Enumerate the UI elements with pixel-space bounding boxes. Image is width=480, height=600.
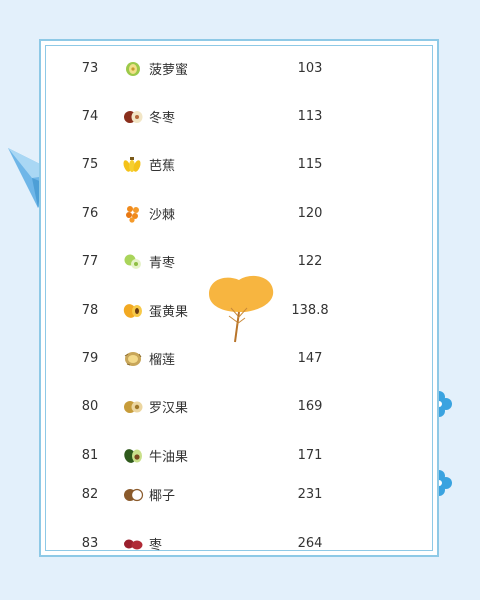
- fruit-name-cell: 椰子: [149, 488, 176, 504]
- value-cell: 169: [297, 398, 323, 414]
- page: 73 菠萝蜜 103 74 冬枣 113 75 芭蕉 115 76 沙棘 120…: [0, 0, 480, 600]
- value-cell: 147: [297, 350, 323, 366]
- fruit-name-cell: 沙棘: [149, 207, 176, 223]
- table-row: 79 榴莲 147: [41, 346, 437, 370]
- rank-cell: 82: [81, 486, 99, 502]
- monk-fruit-icon: [124, 401, 143, 413]
- rank-cell: 81: [81, 447, 99, 463]
- table-row: 74 冬枣 113: [41, 104, 437, 128]
- table-row: 82 椰子 231: [41, 482, 437, 506]
- value-cell: 103: [297, 60, 323, 76]
- value-cell: 231: [297, 486, 323, 502]
- table-row: 76 沙棘 120: [41, 201, 437, 225]
- fruit-name-cell: 罗汉果: [149, 400, 189, 416]
- rank-cell: 79: [81, 350, 99, 366]
- jackfruit-icon: [126, 62, 140, 76]
- table-row: 75 芭蕉 115: [41, 152, 437, 176]
- table-row: 83 枣 264: [41, 531, 437, 555]
- winter-jujube-icon: [124, 111, 143, 123]
- fruit-name-cell: 牛油果: [149, 449, 189, 465]
- green-jujube-icon: [124, 254, 141, 269]
- avocado-icon: [124, 449, 142, 463]
- rank-cell: 78: [81, 302, 99, 318]
- table-row: 73 菠萝蜜 103: [41, 56, 437, 80]
- sea-buckthorn-icon: [126, 206, 139, 223]
- rank-cell: 73: [81, 60, 99, 76]
- value-cell: 120: [297, 205, 323, 221]
- rank-cell: 75: [81, 156, 99, 172]
- value-cell: 122: [297, 253, 323, 269]
- value-cell: 264: [297, 535, 323, 551]
- table-row: 81 牛油果 171: [41, 443, 437, 467]
- rank-cell: 74: [81, 108, 99, 124]
- table-row: 77 青枣 122: [41, 249, 437, 273]
- value-cell: 113: [297, 108, 323, 124]
- plantain-icon: [123, 157, 141, 172]
- fruit-name-cell: 芭蕉: [149, 158, 176, 174]
- rank-cell: 80: [81, 398, 99, 414]
- canistel-icon: [123, 304, 142, 318]
- coconut-icon: [124, 488, 144, 502]
- fruit-name-cell: 榴莲: [149, 352, 176, 368]
- value-cell: 115: [297, 156, 323, 172]
- rank-cell: 76: [81, 205, 99, 221]
- durian-icon: [124, 352, 142, 366]
- rank-cell: 77: [81, 253, 99, 269]
- fruit-name-cell: 菠萝蜜: [149, 62, 189, 78]
- fruit-name-cell: 冬枣: [149, 110, 176, 126]
- jujube-icon: [124, 539, 143, 550]
- fruit-name-cell: 枣: [149, 537, 163, 553]
- fruit-name-cell: 青枣: [149, 255, 176, 271]
- value-cell: 138.8: [291, 302, 329, 318]
- rank-cell: 83: [81, 535, 99, 551]
- leaf-icon: [209, 275, 274, 343]
- fruit-name-cell: 蛋黄果: [149, 304, 189, 320]
- value-cell: 171: [297, 447, 323, 463]
- table-row: 80 罗汉果 169: [41, 394, 437, 418]
